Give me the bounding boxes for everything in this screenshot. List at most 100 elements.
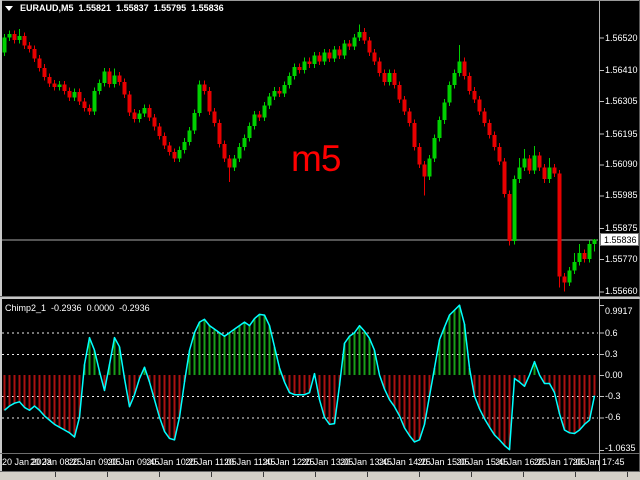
indicator-name: Chimp2_1 (5, 303, 47, 313)
oscillator-bar (208, 325, 211, 375)
oscillator-bar (218, 332, 221, 375)
oscillator-bar (363, 331, 366, 375)
candle-body (502, 161, 507, 194)
oscillator-bar (303, 375, 306, 395)
oscillator-bar (238, 325, 241, 375)
oscillator-bar (73, 375, 76, 438)
candle-body (592, 239, 597, 244)
oscillator-bar (43, 375, 46, 416)
oscillator-bar (53, 375, 56, 425)
candle-body (347, 43, 352, 47)
candle-body (312, 55, 317, 65)
candle-body (197, 84, 202, 114)
oscillator-bar (268, 325, 271, 375)
oscillator-bar (568, 375, 571, 433)
candle-body (492, 134, 497, 147)
candle-body (552, 167, 557, 174)
indicator-value-1: -0.2936 (51, 303, 82, 313)
chart-canvas[interactable] (0, 0, 640, 480)
oscillator-bar (563, 375, 566, 430)
indicator-value-2: 0.0000 (86, 303, 115, 313)
candle-body (482, 111, 487, 124)
candle-body (302, 61, 307, 71)
candle-body (487, 123, 492, 135)
candle-body (432, 137, 437, 159)
indicator-value-3: -0.2936 (119, 303, 150, 313)
indicator-header: Chimp2_1 -0.2936 0.0000 -0.2936 (5, 303, 150, 313)
oscillator-bar (398, 375, 401, 416)
candle-body (392, 73, 397, 85)
oscillator-bar (293, 375, 296, 395)
oscillator-bar (393, 375, 396, 407)
candle-body (37, 58, 42, 68)
oscillator-bar (23, 375, 26, 408)
oscillator-bar (503, 375, 506, 446)
candle-body (22, 36, 27, 46)
candle-body (222, 143, 227, 159)
candle-body (102, 71, 107, 83)
symbol-timeframe-label: EURAUD,M5 (20, 3, 74, 13)
candle-body (97, 82, 102, 92)
pane-separator[interactable] (0, 297, 640, 299)
candle-body (522, 158, 527, 168)
candle-body (467, 76, 472, 91)
candle-body (112, 75, 117, 84)
candle-body (152, 117, 157, 127)
candle-body (122, 81, 127, 95)
oscillator-bar (38, 375, 41, 411)
oscillator-bar (443, 327, 446, 375)
candle-body (412, 123, 417, 147)
candle-body (397, 84, 402, 100)
candle-body (567, 270, 572, 283)
candle-body (267, 96, 272, 106)
oscillator-bar (578, 375, 581, 430)
oscillator-bar (248, 325, 251, 375)
candle-body (527, 158, 532, 171)
oscillator-bar (68, 375, 71, 433)
bottom-scroll-strip[interactable] (0, 471, 640, 480)
candle-body (192, 113, 197, 131)
candle-body (352, 37, 357, 47)
candle-body (282, 84, 287, 94)
candle-body (172, 152, 177, 159)
oscillator-bar (173, 375, 176, 440)
candle-body (242, 137, 247, 147)
current-price-value: 1.55836 (604, 235, 637, 245)
candle-body (27, 45, 32, 50)
oscillator-bar (203, 319, 206, 375)
high-value: 1.55837 (116, 3, 149, 13)
oscillator-bar (453, 310, 456, 375)
candle-body (132, 112, 137, 119)
candle-body (542, 167, 547, 180)
current-price-box: 1.55836 (600, 233, 639, 246)
oscillator-bar (193, 332, 196, 375)
oscillator-bar (583, 375, 586, 425)
candle-body (582, 252, 587, 259)
candle-body (447, 84, 452, 103)
candle-body (317, 55, 322, 62)
timeframe-watermark: m5 (291, 138, 341, 179)
oscillator-histogram-layer (3, 305, 596, 450)
candle-body (127, 94, 132, 113)
oscillator-bar (28, 375, 31, 411)
oscillator-bar (498, 375, 501, 440)
oscillator-bar (63, 375, 66, 430)
oscillator-bar (358, 325, 361, 375)
candle-body (577, 252, 582, 262)
candle-body (452, 73, 457, 85)
oscillator-bar (228, 332, 231, 375)
candle-body (82, 101, 87, 108)
oscillator-bar (403, 375, 406, 428)
candle-body (202, 84, 207, 91)
oscillator-bar (493, 375, 496, 435)
candle-body (532, 155, 537, 171)
chevron-down-icon[interactable] (5, 5, 13, 11)
candle-body (337, 49, 342, 56)
close-value: 1.55836 (191, 3, 224, 13)
oscillator-bar (413, 375, 416, 442)
candle-body (227, 158, 232, 168)
oscillator-bar (58, 375, 61, 428)
candle-body (537, 155, 542, 168)
candle-body (557, 173, 562, 277)
bottom-strip-border (0, 471, 640, 472)
